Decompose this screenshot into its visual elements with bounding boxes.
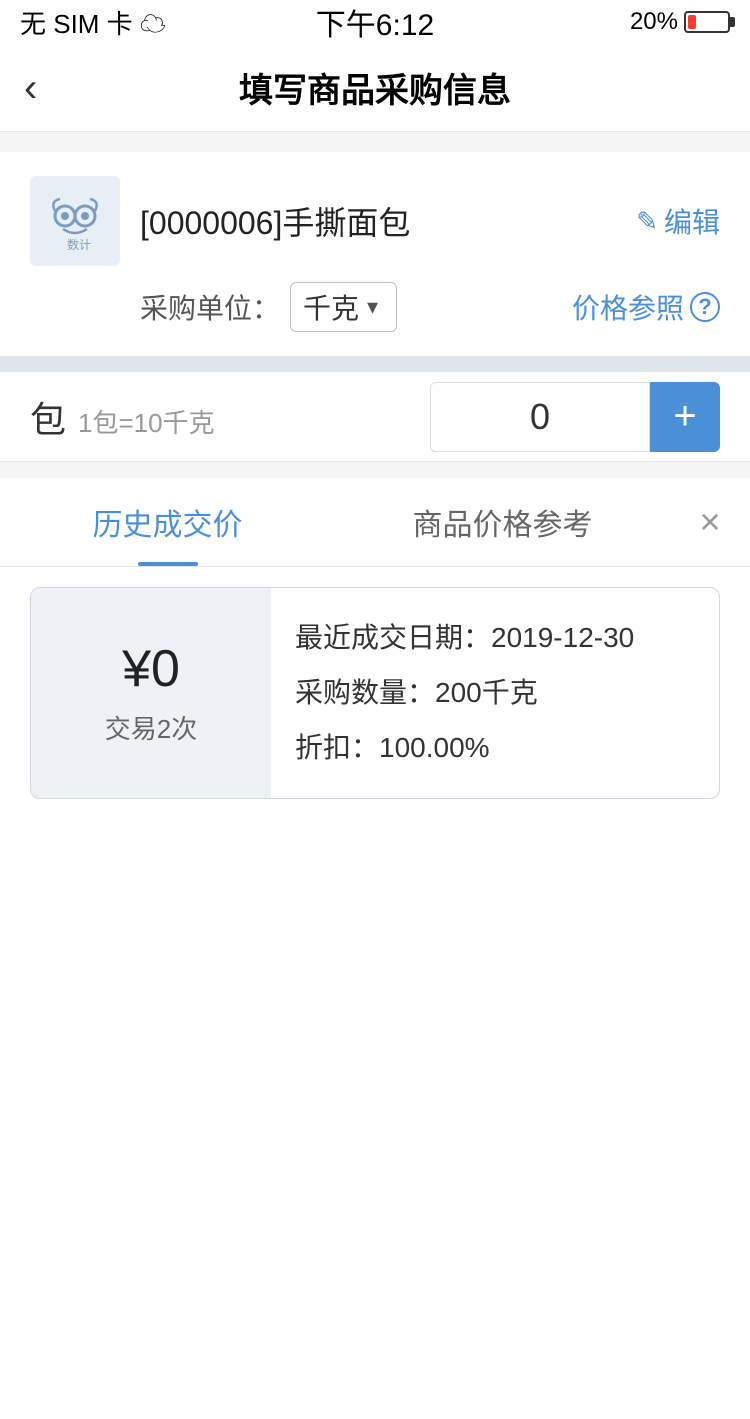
history-recent-date-row: 最近成交日期：2019-12-30: [295, 618, 695, 657]
history-price-value: ¥0: [122, 639, 180, 699]
history-discount-row: 折扣：100.00%: [295, 728, 695, 767]
product-header-row: 数计 [0000006]手撕面包 ✎ 编辑: [30, 176, 720, 266]
status-right: 20%: [630, 8, 730, 36]
history-price-panel: ¥0 交易2次: [31, 588, 271, 798]
discount-label: 折扣：: [295, 732, 379, 763]
battery-icon: [684, 11, 730, 33]
recent-date-value: 2019-12-30: [491, 622, 634, 653]
battery-percent: 20%: [630, 8, 678, 36]
help-icon[interactable]: ?: [690, 292, 720, 322]
status-time: 下午6:12: [316, 0, 434, 44]
battery-fill: [688, 15, 696, 29]
qty-info: 包 1包=10千克: [30, 391, 215, 443]
plus-icon: +: [673, 394, 696, 439]
tab-price-ref-label: 商品价格参考: [413, 500, 593, 544]
tab-close-button[interactable]: ×: [670, 478, 750, 566]
history-card: ¥0 交易2次 最近成交日期：2019-12-30 采购数量：200千克 折扣：…: [30, 587, 720, 799]
svg-text:数计: 数计: [67, 237, 91, 251]
purchase-qty-label: 采购数量：: [295, 677, 435, 708]
product-card: 数计 [0000006]手撕面包 ✎ 编辑 采购单位： 千克 ▾ 价格参照 ?: [0, 152, 750, 356]
history-purchase-qty-row: 采购数量：200千克: [295, 673, 695, 712]
qty-unit-hint: 1包=10千克: [78, 403, 215, 440]
tabs-container: 历史成交价 商品价格参考 ×: [0, 478, 750, 567]
dropdown-arrow-icon: ▾: [367, 294, 378, 320]
close-icon: ×: [699, 501, 720, 543]
quantity-value: 0: [530, 396, 550, 438]
price-reference-button[interactable]: 价格参照 ?: [572, 287, 720, 327]
back-button[interactable]: ‹: [24, 68, 37, 108]
history-trade-count: 交易2次: [105, 709, 197, 746]
quantity-row: 包 1包=10千克 0 +: [0, 372, 750, 462]
history-detail-panel: 最近成交日期：2019-12-30 采购数量：200千克 折扣：100.00%: [271, 588, 719, 798]
page-title: 填写商品采购信息: [239, 63, 511, 112]
unit-select[interactable]: 千克 ▾: [290, 282, 397, 332]
status-bar: 无 SIM 卡 ☁ 下午6:12 20%: [0, 0, 750, 44]
product-info-left: 数计 [0000006]手撕面包: [30, 176, 410, 266]
unit-label: 采购单位：: [140, 287, 280, 327]
edit-label: 编辑: [664, 201, 720, 241]
qty-unit-name: 包: [30, 391, 66, 443]
product-name: [0000006]手撕面包: [140, 198, 410, 244]
purchase-qty-value: 200千克: [435, 677, 538, 708]
edit-button[interactable]: ✎ 编辑: [636, 201, 720, 241]
edit-icon: ✎: [636, 206, 658, 237]
tab-product-price-reference[interactable]: 商品价格参考: [335, 478, 670, 566]
bottom-space: [0, 819, 750, 1419]
quantity-plus-button[interactable]: +: [650, 382, 720, 452]
unit-value: 千克: [303, 287, 359, 327]
help-icon-char: ?: [698, 294, 711, 320]
nav-bar: ‹ 填写商品采购信息: [0, 44, 750, 132]
status-signal: 无 SIM 卡 ☁: [20, 4, 166, 41]
tab-history-label: 历史成交价: [93, 500, 243, 544]
product-image: 数计: [30, 176, 120, 266]
recent-date-label: 最近成交日期：: [295, 622, 491, 653]
price-ref-label: 价格参照: [572, 287, 684, 327]
discount-value: 100.00%: [379, 732, 490, 763]
qty-controls: 0 +: [430, 382, 720, 452]
tab-history-price[interactable]: 历史成交价: [0, 478, 335, 566]
quantity-input[interactable]: 0: [430, 382, 650, 452]
section-divider: [0, 356, 750, 372]
history-content: ¥0 交易2次 最近成交日期：2019-12-30 采购数量：200千克 折扣：…: [0, 567, 750, 819]
unit-row: 采购单位： 千克 ▾ 价格参照 ?: [30, 282, 720, 332]
